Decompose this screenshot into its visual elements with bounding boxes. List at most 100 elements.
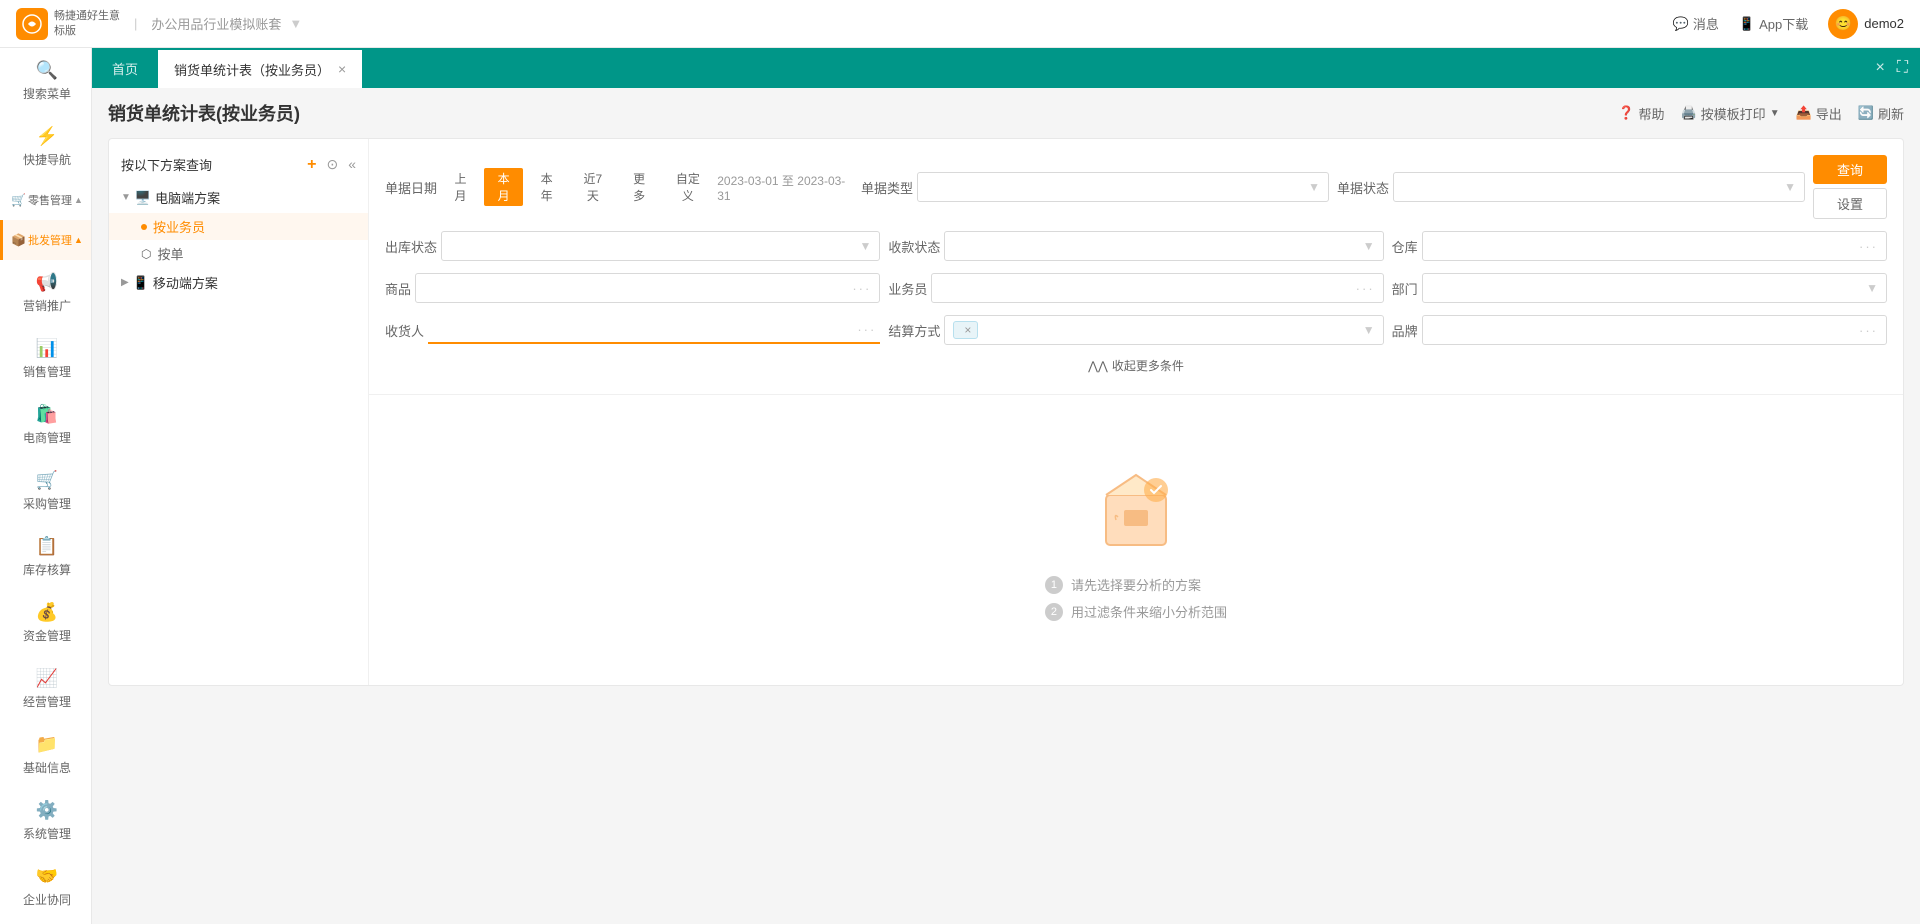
- refresh-button[interactable]: 🔄 刷新: [1858, 104, 1904, 123]
- out-status-select[interactable]: ▼: [441, 231, 880, 261]
- settlement-arrow: ▼: [1363, 323, 1375, 337]
- settlement-select[interactable]: × ▼: [944, 315, 1383, 345]
- wholesale-icon: 📦: [11, 233, 26, 247]
- retail-icon: 🛒: [11, 193, 26, 207]
- scheme-add-button[interactable]: +: [307, 156, 316, 174]
- query-button[interactable]: 查询: [1813, 155, 1887, 184]
- scheme-group-mobile-header[interactable]: ▶ 📱 移动端方案: [109, 267, 368, 298]
- department-select[interactable]: ▼: [1422, 273, 1887, 303]
- doc-status-group: 单据状态 ▼: [1337, 172, 1805, 202]
- split-layout: 按以下方案查询 + ⊙ « ▼ 🖥️: [108, 138, 1904, 686]
- doc-status-select[interactable]: ▼: [1393, 172, 1805, 202]
- scheme-title: 按以下方案查询: [121, 155, 212, 174]
- sidebar-item-finance[interactable]: 💰 资金管理: [0, 590, 91, 656]
- user-name: demo2: [1864, 16, 1904, 31]
- left-panel: 按以下方案查询 + ⊙ « ▼ 🖥️: [109, 139, 369, 685]
- sidebar-item-purchase[interactable]: 🛒 采购管理: [0, 458, 91, 524]
- sidebar-item-system[interactable]: ⚙️ 系统管理: [0, 788, 91, 854]
- sidebar-item-search[interactable]: 🔍 搜索菜单: [0, 48, 91, 114]
- inventory-icon: 📋: [36, 536, 58, 557]
- sidebar-item-marketing[interactable]: 📢 营销推广: [0, 260, 91, 326]
- salesperson-input[interactable]: ···: [931, 273, 1383, 303]
- sidebar-item-inventory[interactable]: 📋 库存核算: [0, 524, 91, 590]
- filter-row-2: 出库状态 ▼ 收款状态: [385, 231, 1887, 261]
- scheme-collapse-button[interactable]: «: [348, 156, 356, 174]
- doc-status-arrow: ▼: [1784, 180, 1796, 194]
- close-tab-button[interactable]: ×: [1875, 59, 1884, 77]
- sidebar-item-wholesale[interactable]: 📦 批发管理 ▲: [0, 220, 91, 260]
- refresh-icon: 🔄: [1858, 105, 1874, 121]
- sidebar-item-operations[interactable]: 📈 经营管理: [0, 656, 91, 722]
- scheme-group-mobile: ▶ 📱 移动端方案: [109, 267, 368, 298]
- active-dot: [141, 224, 147, 230]
- enterprise-icon: 🤝: [36, 866, 58, 887]
- date-btn-last-7-days[interactable]: 近7天: [570, 168, 615, 206]
- help-icon: ❓: [1618, 105, 1634, 121]
- settlement-tag-close[interactable]: ×: [964, 323, 971, 337]
- sidebar-item-sales[interactable]: 📊 销售管理: [0, 326, 91, 392]
- salesperson-dots: ···: [1356, 281, 1375, 296]
- finance-icon: 💰: [36, 602, 58, 623]
- date-btn-more[interactable]: 更多: [620, 168, 659, 206]
- sidebar-item-enterprise[interactable]: 🤝 企业协同: [0, 854, 91, 920]
- tab-home[interactable]: 首页: [92, 48, 158, 88]
- user-menu[interactable]: 😊 demo2: [1828, 9, 1904, 39]
- date-btn-custom[interactable]: 自定义: [663, 168, 714, 206]
- scheme-edit-button[interactable]: ⊙: [326, 156, 338, 174]
- maximize-button[interactable]: ⛶: [1897, 59, 1908, 77]
- quick-nav-icon: ⚡: [36, 126, 58, 147]
- out-status-group: 出库状态 ▼: [385, 231, 880, 261]
- logo-text: 畅捷通好生意 标版: [54, 9, 120, 38]
- purchase-icon: 🛒: [36, 470, 58, 491]
- sidebar-item-quick-nav[interactable]: ⚡ 快捷导航: [0, 114, 91, 180]
- tab-bar-right: × ⛶: [1863, 59, 1920, 77]
- tab-current[interactable]: 销货单统计表（按业务员） ×: [158, 48, 362, 88]
- app-download-button[interactable]: 📱 App下载: [1739, 14, 1808, 33]
- avatar: 😊: [1828, 9, 1858, 39]
- goods-input[interactable]: ···: [415, 273, 880, 303]
- template-print-button[interactable]: 🖨️ 按模板打印 ▼: [1680, 104, 1779, 123]
- filter-row-1: 单据日期 上月 本月 本年 近7天 更多 自定义 2023-03-01 至 20…: [385, 155, 1887, 219]
- date-btn-last-month[interactable]: 上月: [441, 168, 480, 206]
- salesperson-label: 业务员: [888, 279, 927, 298]
- wholesale-arrow: ▲: [74, 235, 83, 245]
- date-btn-this-year[interactable]: 本年: [527, 168, 566, 206]
- top-bar-right: 💬 消息 📱 App下载 😊 demo2: [1673, 9, 1904, 39]
- salesperson-group: 业务员 ···: [888, 273, 1383, 303]
- message-button[interactable]: 💬 消息: [1673, 14, 1719, 33]
- scheme-item-by-order[interactable]: ⬡ 按单: [109, 240, 368, 267]
- empty-tip-1: 1 请先选择要分析的方案: [1045, 571, 1227, 598]
- receiver-input[interactable]: ···: [428, 316, 880, 344]
- logo-icon: [16, 8, 48, 40]
- scheme-item-by-salesperson[interactable]: 按业务员: [109, 213, 368, 240]
- doc-type-select[interactable]: ▼: [917, 172, 1329, 202]
- out-status-arrow: ▼: [859, 239, 871, 253]
- settlement-group: 结算方式 × ▼: [888, 315, 1383, 345]
- out-status-label: 出库状态: [385, 237, 437, 256]
- tab-close-icon[interactable]: ×: [338, 61, 346, 77]
- empty-state-icon: [1086, 455, 1186, 555]
- collapse-button[interactable]: ⋀⋀ 收起更多条件: [1088, 357, 1184, 374]
- payment-status-arrow: ▼: [1363, 239, 1375, 253]
- export-button[interactable]: 📤 导出: [1796, 104, 1842, 123]
- help-button[interactable]: ❓ 帮助: [1618, 104, 1664, 123]
- scheme-panel-header: 按以下方案查询 + ⊙ «: [109, 151, 368, 182]
- logo-area: 畅捷通好生意 标版: [16, 8, 120, 40]
- ecommerce-icon: 🛍️: [36, 404, 58, 425]
- receiver-group: 收货人 ···: [385, 316, 880, 344]
- warehouse-dots: ···: [1859, 239, 1878, 254]
- page-header-actions: ❓ 帮助 🖨️ 按模板打印 ▼ 📤 导出 �: [1618, 104, 1904, 123]
- sidebar-item-retail[interactable]: 🛒 零售管理 ▲: [0, 180, 91, 220]
- payment-status-select[interactable]: ▼: [944, 231, 1383, 261]
- sidebar-item-base[interactable]: 📁 基础信息: [0, 722, 91, 788]
- brand-input[interactable]: ···: [1422, 315, 1887, 345]
- scheme-group-pc-header[interactable]: ▼ 🖥️ 电脑端方案: [109, 182, 368, 213]
- warehouse-input[interactable]: ···: [1422, 231, 1887, 261]
- mobile-group-arrow: ▶: [121, 277, 129, 288]
- sidebar-item-newbie[interactable]: 🎯 新手引导: [0, 920, 91, 924]
- goods-dots: ···: [852, 281, 871, 296]
- payment-status-label: 收款状态: [888, 237, 940, 256]
- settings-button[interactable]: 设置: [1813, 188, 1887, 219]
- sidebar-item-ecommerce[interactable]: 🛍️ 电商管理: [0, 392, 91, 458]
- date-btn-this-month[interactable]: 本月: [484, 168, 523, 206]
